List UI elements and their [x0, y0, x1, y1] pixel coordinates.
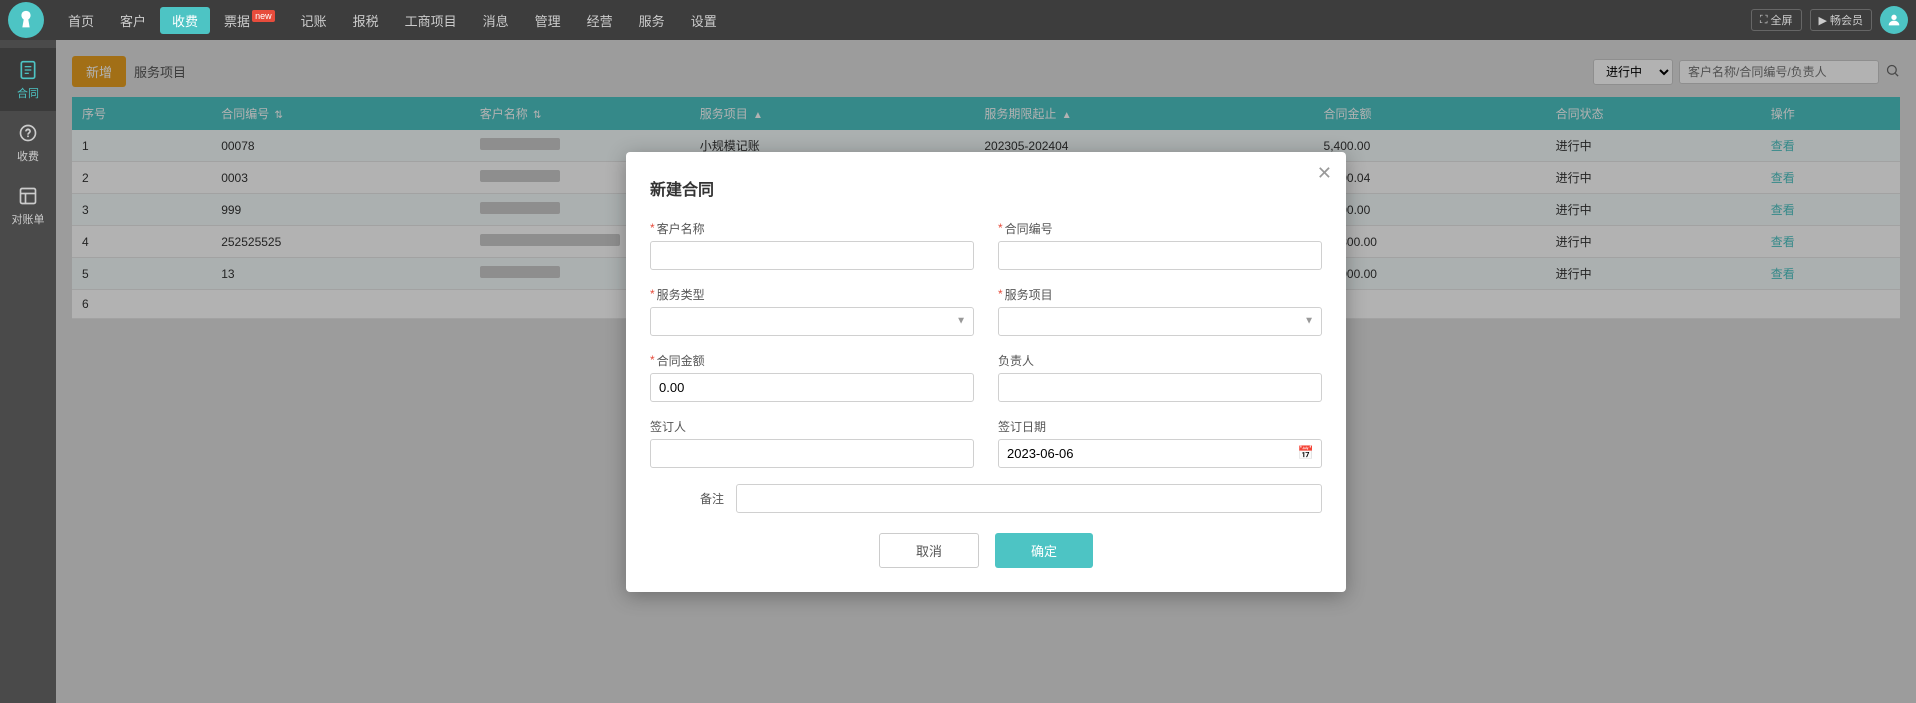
- form-row-responsible: 负责人: [998, 352, 1322, 402]
- nav-items: 首页 客户 收费 票据new 记账 报税 工商项目 消息 管理 经营 服务 设置: [56, 7, 1751, 34]
- service-type-select[interactable]: [650, 307, 974, 336]
- form-row-service-item: * 服务项目 ▼: [998, 286, 1322, 336]
- new-contract-modal: 新建合同 ✕ * 客户名称 * 合同编号: [626, 152, 1346, 592]
- service-type-select-wrapper: ▼: [650, 307, 974, 336]
- form-row-notes: 备注: [650, 484, 1322, 513]
- contract-icon: [16, 58, 40, 82]
- form-row-sign-date: 签订日期 📅: [998, 418, 1322, 468]
- top-navigation: 首页 客户 收费 票据new 记账 报税 工商项目 消息 管理 经营 服务 设置…: [0, 0, 1916, 40]
- service-item-label: * 服务项目: [998, 286, 1322, 303]
- form-row-amount: * 合同金额: [650, 352, 974, 402]
- content-area: 新增 服务项目 进行中 已结束 全部 序号 合同编号 ⇅ 客户名: [56, 40, 1916, 703]
- modal-overlay: 新建合同 ✕ * 客户名称 * 合同编号: [56, 40, 1916, 703]
- contract-no-input[interactable]: [998, 241, 1322, 270]
- contract-amount-input[interactable]: [650, 373, 974, 402]
- nav-business[interactable]: 工商项目: [393, 7, 469, 34]
- signer-input[interactable]: [650, 439, 974, 468]
- fullscreen-icon: ⛶: [1760, 14, 1768, 27]
- service-item-select-wrapper: ▼: [998, 307, 1322, 336]
- nav-right-actions: ⛶ 全屏 ▶ 畅会员: [1751, 6, 1908, 34]
- fee-icon: [16, 121, 40, 145]
- sidebar-fee-label: 收费: [17, 148, 39, 164]
- service-type-label: * 服务类型: [650, 286, 974, 303]
- sidebar-statement-label: 对账单: [12, 211, 45, 227]
- responsible-person-input[interactable]: [998, 373, 1322, 402]
- nav-service[interactable]: 服务: [627, 7, 677, 34]
- contract-amount-label: * 合同金额: [650, 352, 974, 369]
- sidebar-contract-label: 合同: [17, 85, 39, 101]
- responsible-person-label: 负责人: [998, 352, 1322, 369]
- fullscreen-button[interactable]: ⛶ 全屏: [1751, 9, 1802, 31]
- app-logo: [8, 2, 44, 38]
- nav-message[interactable]: 消息: [471, 7, 521, 34]
- statement-icon: [16, 184, 40, 208]
- sidebar-item-statement[interactable]: 对账单: [0, 174, 56, 237]
- nav-operation[interactable]: 经营: [575, 7, 625, 34]
- form-grid: * 客户名称 * 合同编号: [650, 220, 1322, 468]
- nav-home[interactable]: 首页: [56, 7, 106, 34]
- confirm-button[interactable]: 确定: [995, 533, 1093, 568]
- sidebar: 合同 收费 对账单: [0, 40, 56, 703]
- nav-fee[interactable]: 收费: [160, 7, 210, 34]
- sign-date-wrapper: 📅: [998, 439, 1322, 468]
- modal-close-button[interactable]: ✕: [1317, 164, 1332, 182]
- contract-no-label: * 合同编号: [998, 220, 1322, 237]
- form-row-contract-no: * 合同编号: [998, 220, 1322, 270]
- sidebar-item-fee[interactable]: 收费: [0, 111, 56, 174]
- form-row-signer: 签订人: [650, 418, 974, 468]
- nav-ticket[interactable]: 票据new: [212, 7, 287, 34]
- nav-tax[interactable]: 报税: [341, 7, 391, 34]
- signer-label: 签订人: [650, 418, 974, 435]
- sign-date-label: 签订日期: [998, 418, 1322, 435]
- nav-manage[interactable]: 管理: [523, 7, 573, 34]
- nav-client[interactable]: 客户: [108, 7, 158, 34]
- member-button[interactable]: ▶ 畅会员: [1810, 9, 1872, 31]
- notes-label: 备注: [650, 490, 730, 507]
- modal-title: 新建合同: [650, 176, 1322, 200]
- main-layout: 合同 收费 对账单 新增 服务项目 进行中 已结束 全部: [0, 40, 1916, 703]
- notes-input[interactable]: [736, 484, 1322, 513]
- service-item-select[interactable]: [998, 307, 1322, 336]
- client-name-label: * 客户名称: [650, 220, 974, 237]
- form-row-client-name: * 客户名称: [650, 220, 974, 270]
- calendar-icon[interactable]: 📅: [1298, 445, 1314, 461]
- play-icon: ▶: [1819, 14, 1827, 27]
- sign-date-input[interactable]: [998, 439, 1322, 468]
- nav-settings[interactable]: 设置: [679, 7, 729, 34]
- avatar[interactable]: [1880, 6, 1908, 34]
- modal-footer: 取消 确定: [650, 533, 1322, 568]
- form-row-service-type: * 服务类型 ▼: [650, 286, 974, 336]
- cancel-button[interactable]: 取消: [879, 533, 979, 568]
- new-badge: new: [252, 10, 275, 22]
- client-name-input[interactable]: [650, 241, 974, 270]
- nav-bookkeeping[interactable]: 记账: [289, 7, 339, 34]
- sidebar-item-contract[interactable]: 合同: [0, 48, 56, 111]
